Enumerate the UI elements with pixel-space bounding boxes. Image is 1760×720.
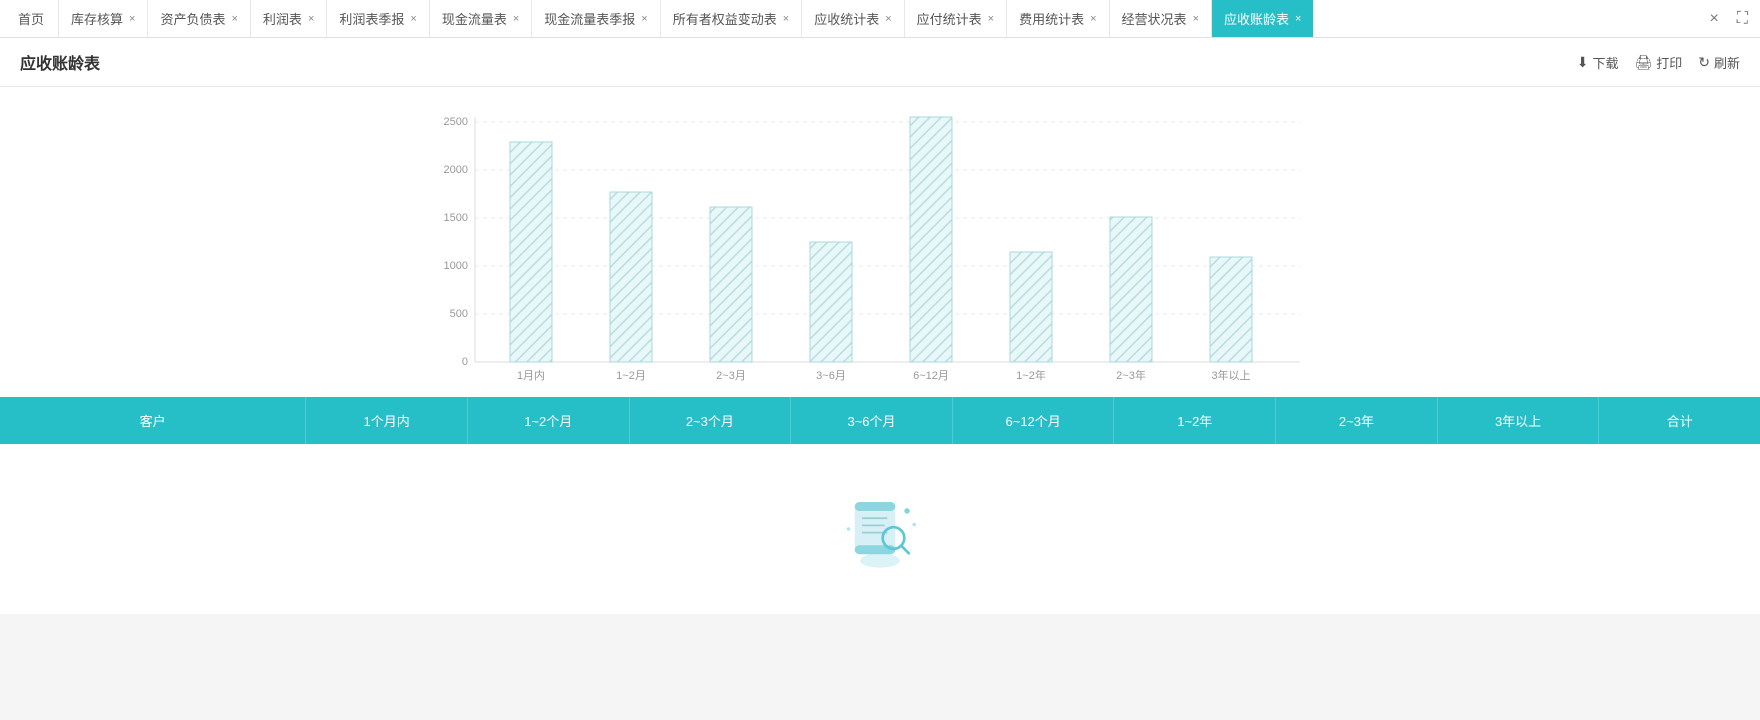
tab-ap-stat-close[interactable]: × <box>988 13 994 25</box>
th-total: 合计 <box>1599 397 1760 444</box>
tab-inventory-label: 库存核算 <box>71 9 123 28</box>
bar-1-2月 <box>610 192 652 362</box>
page-header: 应收账龄表 ⬇ 下载 🖨 打印 ↻ 刷新 <box>0 38 1760 87</box>
tab-bar: 首页 库存核算 × 资产负债表 × 利润表 × 利润表季报 × 现金流量表 × … <box>0 0 1760 38</box>
bar-3-6月 <box>810 242 852 362</box>
bar-label-6-12月: 6~12月 <box>913 370 949 382</box>
y-label-1500: 1500 <box>444 212 468 224</box>
refresh-icon: ↻ <box>1698 54 1710 71</box>
tab-income-quarterly-close[interactable]: × <box>410 13 416 25</box>
y-label-500: 500 <box>450 308 468 320</box>
maximize-window-button[interactable]: ⛶ <box>1729 6 1756 32</box>
tab-ar-aging-close[interactable]: × <box>1295 13 1301 25</box>
tab-income-close[interactable]: × <box>308 13 314 25</box>
print-button[interactable]: 🖨 打印 <box>1634 53 1682 72</box>
tab-cashflow-label: 现金流量表 <box>442 9 507 28</box>
tab-income[interactable]: 利润表 × <box>251 0 327 38</box>
download-button[interactable]: ⬇ 下载 <box>1577 53 1619 72</box>
y-label-1000: 1000 <box>444 260 468 272</box>
tab-ar-stat-label: 应收统计表 <box>814 9 879 28</box>
bar-label-1-2月: 1~2月 <box>616 370 646 382</box>
close-window-button[interactable]: × <box>1701 6 1726 32</box>
page-title: 应收账龄表 <box>20 50 100 74</box>
bar-2-3年 <box>1110 217 1152 362</box>
empty-icon <box>835 484 925 574</box>
bar-chart-svg: 2500 2000 1500 1000 500 0 <box>430 107 1330 407</box>
tab-ar-aging-label: 应收账龄表 <box>1224 9 1289 28</box>
y-label-2000: 2000 <box>444 164 468 176</box>
th-customer: 客户 <box>0 397 306 444</box>
empty-illustration <box>835 484 925 574</box>
tab-ar-stat-close[interactable]: × <box>885 13 891 25</box>
print-icon: 🖨 <box>1634 54 1652 71</box>
tab-expense-close[interactable]: × <box>1090 13 1096 25</box>
bar-label-2-3月: 2~3月 <box>716 370 746 382</box>
tab-equity-close[interactable]: × <box>783 13 789 25</box>
bar-label-3年以上: 3年以上 <box>1211 368 1250 382</box>
tab-inventory[interactable]: 库存核算 × <box>59 0 148 38</box>
tab-balance-close[interactable]: × <box>231 13 237 25</box>
bar-1月内 <box>510 142 552 362</box>
tab-cashflow-quarterly-label: 现金流量表季报 <box>544 9 635 28</box>
tab-income-label: 利润表 <box>263 9 302 28</box>
tab-expense-stat[interactable]: 费用统计表 × <box>1007 0 1109 38</box>
tab-home-label: 首页 <box>18 9 44 28</box>
tab-ap-stat[interactable]: 应付统计表 × <box>905 0 1007 38</box>
tab-balance-sheet[interactable]: 资产负债表 × <box>148 0 250 38</box>
tab-home[interactable]: 首页 <box>4 0 59 38</box>
bar-label-3-6月: 3~6月 <box>816 370 846 382</box>
print-label: 打印 <box>1656 53 1682 72</box>
download-label: 下载 <box>1592 53 1618 72</box>
tab-operation-close[interactable]: × <box>1193 13 1199 25</box>
empty-state <box>0 444 1760 614</box>
y-label-0: 0 <box>462 356 468 368</box>
bar-2-3月 <box>710 207 752 362</box>
tab-balance-label: 资产负债表 <box>160 9 225 28</box>
refresh-label: 刷新 <box>1714 53 1740 72</box>
tab-cashflow[interactable]: 现金流量表 × <box>430 0 532 38</box>
tab-inventory-close[interactable]: × <box>129 13 135 25</box>
tab-ar-aging[interactable]: 应收账龄表 × <box>1212 0 1314 38</box>
tab-ar-stat[interactable]: 应收统计表 × <box>802 0 904 38</box>
bar-chart-wrapper: 2500 2000 1500 1000 500 0 <box>430 107 1330 387</box>
refresh-button[interactable]: ↻ 刷新 <box>1698 53 1740 72</box>
download-icon: ⬇ <box>1577 54 1589 71</box>
window-controls: × ⛶ <box>1701 6 1756 32</box>
table-section: 客户 1个月内 1~2个月 2~3个月 3~6个月 6~12个月 1~2年 2~… <box>0 397 1760 614</box>
tab-equity-change[interactable]: 所有者权益变动表 × <box>661 0 802 38</box>
bar-label-2-3年: 2~3年 <box>1116 368 1146 382</box>
y-label-2500a: 2500 <box>444 116 468 128</box>
tab-cashflow-quarterly[interactable]: 现金流量表季报 × <box>532 0 660 38</box>
tab-expense-label: 费用统计表 <box>1019 9 1084 28</box>
bar-6-12月 <box>910 117 952 362</box>
chart-area: 2500 2000 1500 1000 500 0 <box>0 87 1760 397</box>
tab-operation[interactable]: 经营状况表 × <box>1110 0 1212 38</box>
tab-ap-stat-label: 应付统计表 <box>917 9 982 28</box>
tab-cashflow-close[interactable]: × <box>513 13 519 25</box>
bar-1-2年 <box>1010 252 1052 362</box>
header-actions: ⬇ 下载 🖨 打印 ↻ 刷新 <box>1577 53 1740 72</box>
bar-label-1-2年: 1~2年 <box>1016 368 1046 382</box>
tab-cashflow-quarterly-close[interactable]: × <box>641 13 647 25</box>
main-content: 2500 2000 1500 1000 500 0 <box>0 87 1760 614</box>
tab-equity-label: 所有者权益变动表 <box>673 9 777 28</box>
bar-3年以上 <box>1210 257 1252 362</box>
bar-label-1月内: 1月内 <box>517 368 545 382</box>
tab-operation-label: 经营状况表 <box>1122 9 1187 28</box>
tab-income-quarterly[interactable]: 利润表季报 × <box>327 0 429 38</box>
th-3y-plus: 3年以上 <box>1438 397 1600 444</box>
tab-income-quarterly-label: 利润表季报 <box>339 9 404 28</box>
